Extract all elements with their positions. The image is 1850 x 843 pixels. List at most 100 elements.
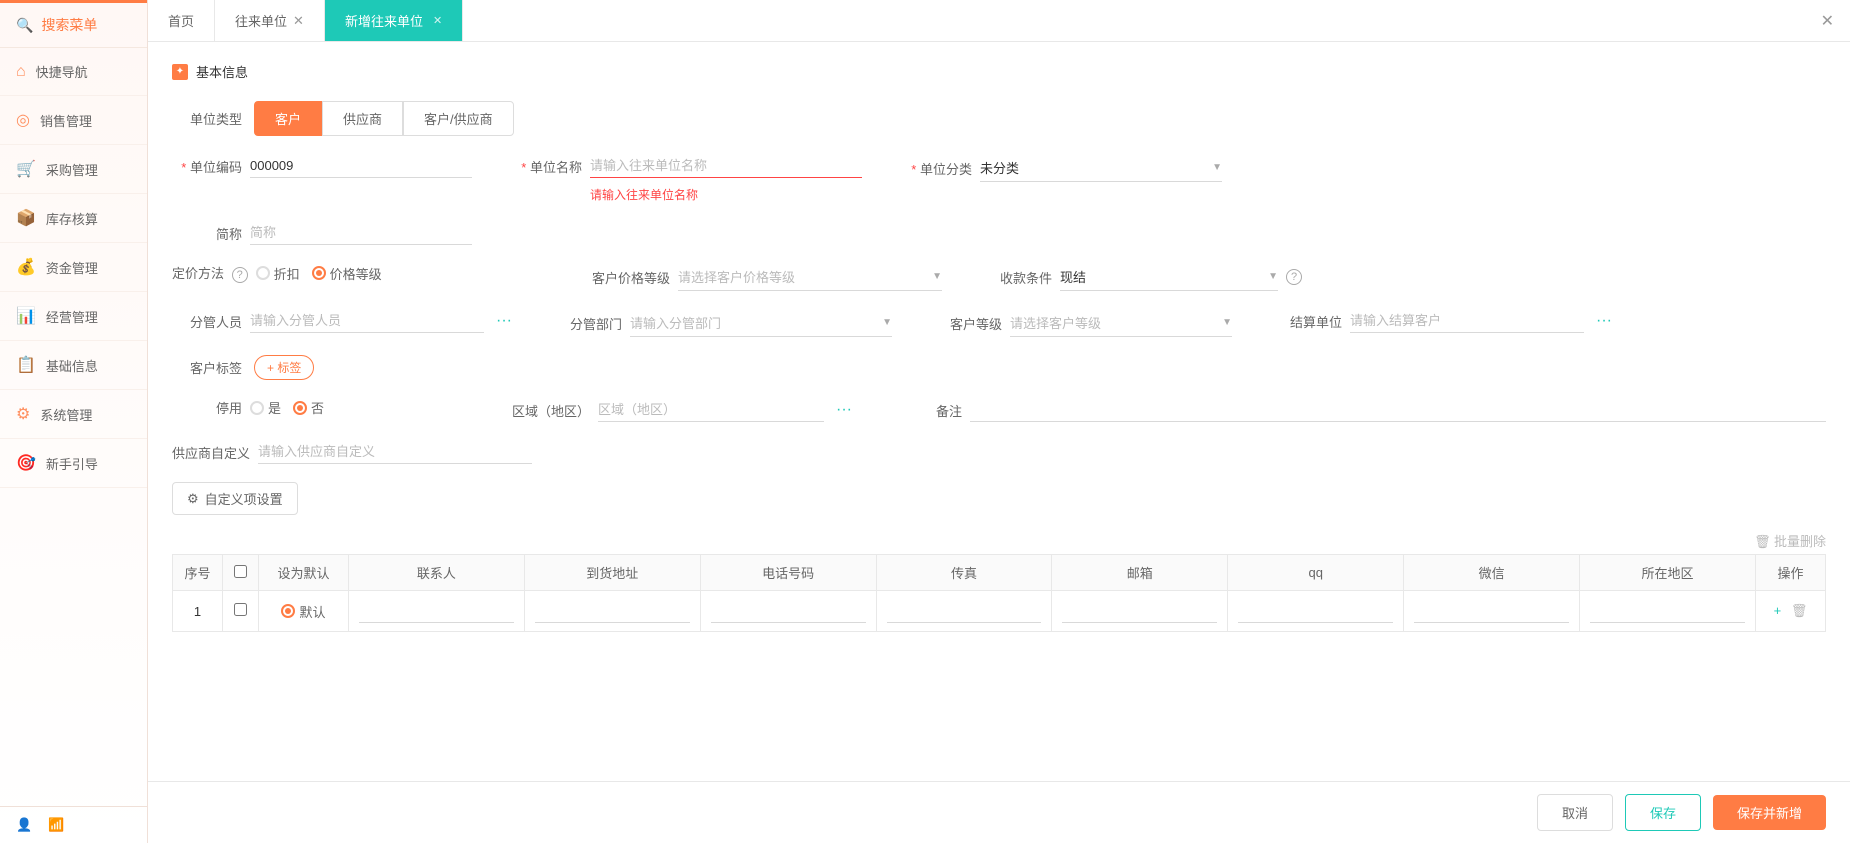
disable-yes-radio[interactable] [250,401,264,415]
address-input[interactable] [535,599,690,623]
supplier-custom-input[interactable] [258,440,532,464]
abbr-input[interactable] [250,221,472,245]
tab-partner-label: 往来单位 [235,11,287,30]
remark-input[interactable] [970,398,1826,422]
sidebar-item-label: 经营管理 [46,307,98,326]
row-default-text: 默认 [299,602,325,621]
dept-label: 分管部门 [552,314,622,333]
search-icon: 🔍 [16,17,33,34]
settlement-more-btn[interactable]: ··· [1596,312,1612,330]
unit-category-select[interactable]: 未分类 ▼ [980,154,1222,182]
payment-select[interactable]: 现结 ▼ [1060,263,1278,291]
row-add-btn[interactable]: + [1774,603,1782,618]
dept-select[interactable]: 请输入分管部门 ▼ [630,309,892,337]
pricing-price-level[interactable]: 价格等级 [312,264,382,283]
search-menu[interactable]: 🔍 搜索菜单 [0,3,147,48]
code-name-category-row: * 单位编码 * 单位名称 请输入往来单位名称 * 单位分类 [172,154,1826,203]
cancel-button[interactable]: 取消 [1537,794,1613,831]
custom-settings-btn[interactable]: ⚙ 自定义项设置 [172,482,298,515]
add-tag-btn[interactable]: + 标签 [254,355,314,380]
wechat-input[interactable] [1414,599,1569,623]
sidebar-item-operations[interactable]: 📊 经营管理 [0,292,147,341]
sales-icon: ◎ [16,110,30,130]
sidebar-bottom-icon1[interactable]: 👤 [16,817,32,833]
th-address: 到货地址 [524,555,700,591]
row-wechat[interactable] [1404,591,1580,632]
th-email: 邮箱 [1052,555,1228,591]
manager-input[interactable] [250,309,484,333]
row-checkbox[interactable] [234,603,247,616]
pricing-help-icon[interactable]: ? [232,267,248,283]
phone-input[interactable] [711,599,866,623]
sidebar-item-purchase[interactable]: 🛒 采购管理 [0,145,147,194]
region-more-btn[interactable]: ··· [836,401,852,419]
tab-new-partner-close[interactable]: ✕ [433,14,442,27]
row-del-btn[interactable]: 🗑 [1791,603,1808,618]
row-phone[interactable] [700,591,876,632]
qq-input[interactable] [1238,599,1393,623]
customer-price-select[interactable]: 请选择客户价格等级 ▼ [678,263,942,291]
price-level-radio[interactable] [312,266,326,280]
tab-partner[interactable]: 往来单位 ✕ [215,0,325,41]
batch-delete-icon: 🗑 [1754,534,1771,549]
row-email[interactable] [1052,591,1228,632]
sidebar-item-sales[interactable]: ◎ 销售管理 [0,96,147,145]
email-input[interactable] [1062,599,1217,623]
tab-home-label: 首页 [168,11,194,30]
row-region[interactable] [1580,591,1756,632]
unit-name-error: 请输入往来单位名称 [590,188,698,202]
sidebar-item-inventory[interactable]: 📦 库存核算 [0,194,147,243]
batch-delete-btn[interactable]: 🗑 批量删除 [172,531,1826,550]
tab-partner-close[interactable]: ✕ [293,13,304,29]
sidebar-item-finance[interactable]: 💰 资金管理 [0,243,147,292]
row-fax[interactable] [876,591,1052,632]
sidebar-item-label: 库存核算 [46,209,98,228]
tab-bar: 首页 往来单位 ✕ 新增往来单位 ✕ ✕ [148,0,1850,42]
sidebar-item-label: 快捷导航 [36,62,88,81]
unit-name-input[interactable] [590,154,862,178]
contact-input[interactable] [359,599,514,623]
select-all-checkbox[interactable] [234,565,247,578]
sidebar-item-quick-nav[interactable]: ⌂ 快捷导航 [0,48,147,96]
unit-code-input[interactable] [250,154,472,178]
th-no: 序号 [173,555,223,591]
disable-yes[interactable]: 是 [250,398,281,417]
discount-radio[interactable] [256,266,270,280]
sidebar-bottom-icon2[interactable]: 📶 [48,817,64,833]
type-btn-both[interactable]: 客户/供应商 [403,101,514,136]
tag-label: 客户标签 [172,358,242,377]
sidebar-item-base[interactable]: 📋 基础信息 [0,341,147,390]
row-default-radio[interactable] [281,604,295,618]
save-new-button[interactable]: 保存并新增 [1713,795,1826,830]
region-input[interactable] [598,398,824,422]
type-btn-customer[interactable]: 客户 [254,101,322,136]
sidebar-item-system[interactable]: ⚙ 系统管理 [0,390,147,439]
sidebar-item-guide[interactable]: 🎯 新手引导 [0,439,147,488]
tab-home[interactable]: 首页 [148,0,215,41]
disable-label: 停用 [172,398,242,417]
disable-no-radio[interactable] [293,401,307,415]
row-contact[interactable] [349,591,525,632]
system-icon: ⚙ [16,404,30,424]
payment-label: 收款条件 [982,268,1052,287]
row-region-input[interactable] [1590,599,1745,623]
contact-table: 序号 设为默认 联系人 到货地址 电话号码 传真 邮箱 qq 微信 所在地区 操… [172,554,1826,632]
row-address[interactable] [524,591,700,632]
customer-price-arrow-icon: ▼ [932,271,942,282]
settlement-input[interactable] [1350,309,1584,333]
close-all-tabs[interactable]: ✕ [1821,11,1834,31]
form-content: ✦ 基本信息 单位类型 客户 供应商 客户/供应商 * 单位编码 [148,42,1850,781]
type-btn-supplier[interactable]: 供应商 [322,101,403,136]
row-default-radio-label[interactable]: 默认 [269,602,338,621]
tab-new-partner[interactable]: 新增往来单位 ✕ [325,0,463,41]
disable-no[interactable]: 否 [293,398,324,417]
row-qq[interactable] [1228,591,1404,632]
fax-input[interactable] [887,599,1042,623]
manager-more-btn[interactable]: ··· [496,312,512,330]
save-button[interactable]: 保存 [1625,794,1701,831]
customer-level-select[interactable]: 请选择客户等级 ▼ [1010,309,1232,337]
payment-help-icon[interactable]: ? [1286,269,1302,285]
base-icon: 📋 [16,355,36,375]
pricing-discount[interactable]: 折扣 [256,264,300,283]
th-contact: 联系人 [349,555,525,591]
